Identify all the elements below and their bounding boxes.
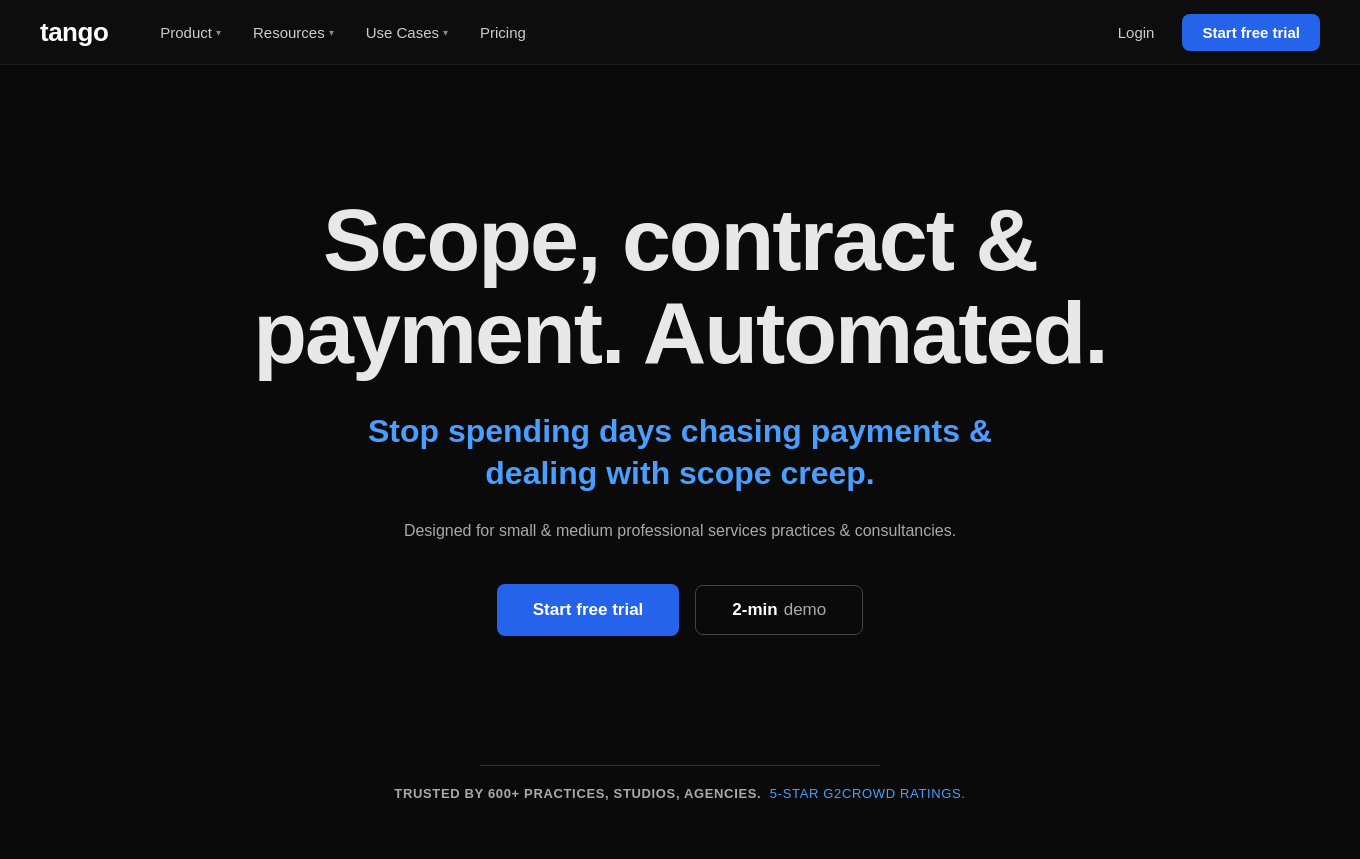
- trust-text-highlight: 5-STAR G2CROWD RATINGS.: [770, 786, 966, 801]
- demo-word-label: demo: [784, 600, 827, 620]
- login-button[interactable]: Login: [1106, 18, 1167, 47]
- chevron-down-icon: ▾: [329, 27, 334, 38]
- start-trial-nav-button[interactable]: Start free trial: [1182, 14, 1320, 51]
- nav-item-product-label: Product: [160, 24, 212, 41]
- nav-item-use-cases[interactable]: Use Cases ▾: [354, 18, 460, 47]
- trust-divider: [480, 765, 880, 766]
- hero-subtitle: Stop spending days chasing payments & de…: [330, 411, 1030, 494]
- trust-text: TRUSTED BY 600+ PRACTICES, STUDIOS, AGEN…: [394, 786, 965, 801]
- nav-right: Login Start free trial: [1106, 14, 1320, 51]
- demo-button[interactable]: 2-min demo: [695, 585, 863, 635]
- demo-min-label: 2-min: [732, 600, 777, 620]
- nav-item-use-cases-label: Use Cases: [366, 24, 439, 41]
- start-trial-hero-button[interactable]: Start free trial: [497, 584, 680, 636]
- nav-item-product[interactable]: Product ▾: [148, 18, 233, 47]
- chevron-down-icon: ▾: [443, 27, 448, 38]
- logo[interactable]: tango: [40, 17, 108, 48]
- navbar: tango Product ▾ Resources ▾ Use Cases ▾ …: [0, 0, 1360, 65]
- hero-title: Scope, contract & payment. Automated.: [230, 194, 1130, 379]
- nav-item-resources[interactable]: Resources ▾: [241, 18, 346, 47]
- hero-description: Designed for small & medium professional…: [404, 518, 956, 544]
- nav-left: tango Product ▾ Resources ▾ Use Cases ▾ …: [40, 17, 538, 48]
- trust-text-bold: TRUSTED BY 600+ PRACTICES, STUDIOS, AGEN…: [394, 786, 761, 801]
- nav-item-pricing-label: Pricing: [480, 24, 526, 41]
- chevron-down-icon: ▾: [216, 27, 221, 38]
- nav-item-pricing[interactable]: Pricing: [468, 18, 538, 47]
- hero-section: Scope, contract & payment. Automated. St…: [0, 65, 1360, 745]
- nav-links: Product ▾ Resources ▾ Use Cases ▾ Pricin…: [148, 18, 538, 47]
- trust-section: TRUSTED BY 600+ PRACTICES, STUDIOS, AGEN…: [0, 745, 1360, 841]
- nav-item-resources-label: Resources: [253, 24, 325, 41]
- hero-buttons: Start free trial 2-min demo: [497, 584, 863, 636]
